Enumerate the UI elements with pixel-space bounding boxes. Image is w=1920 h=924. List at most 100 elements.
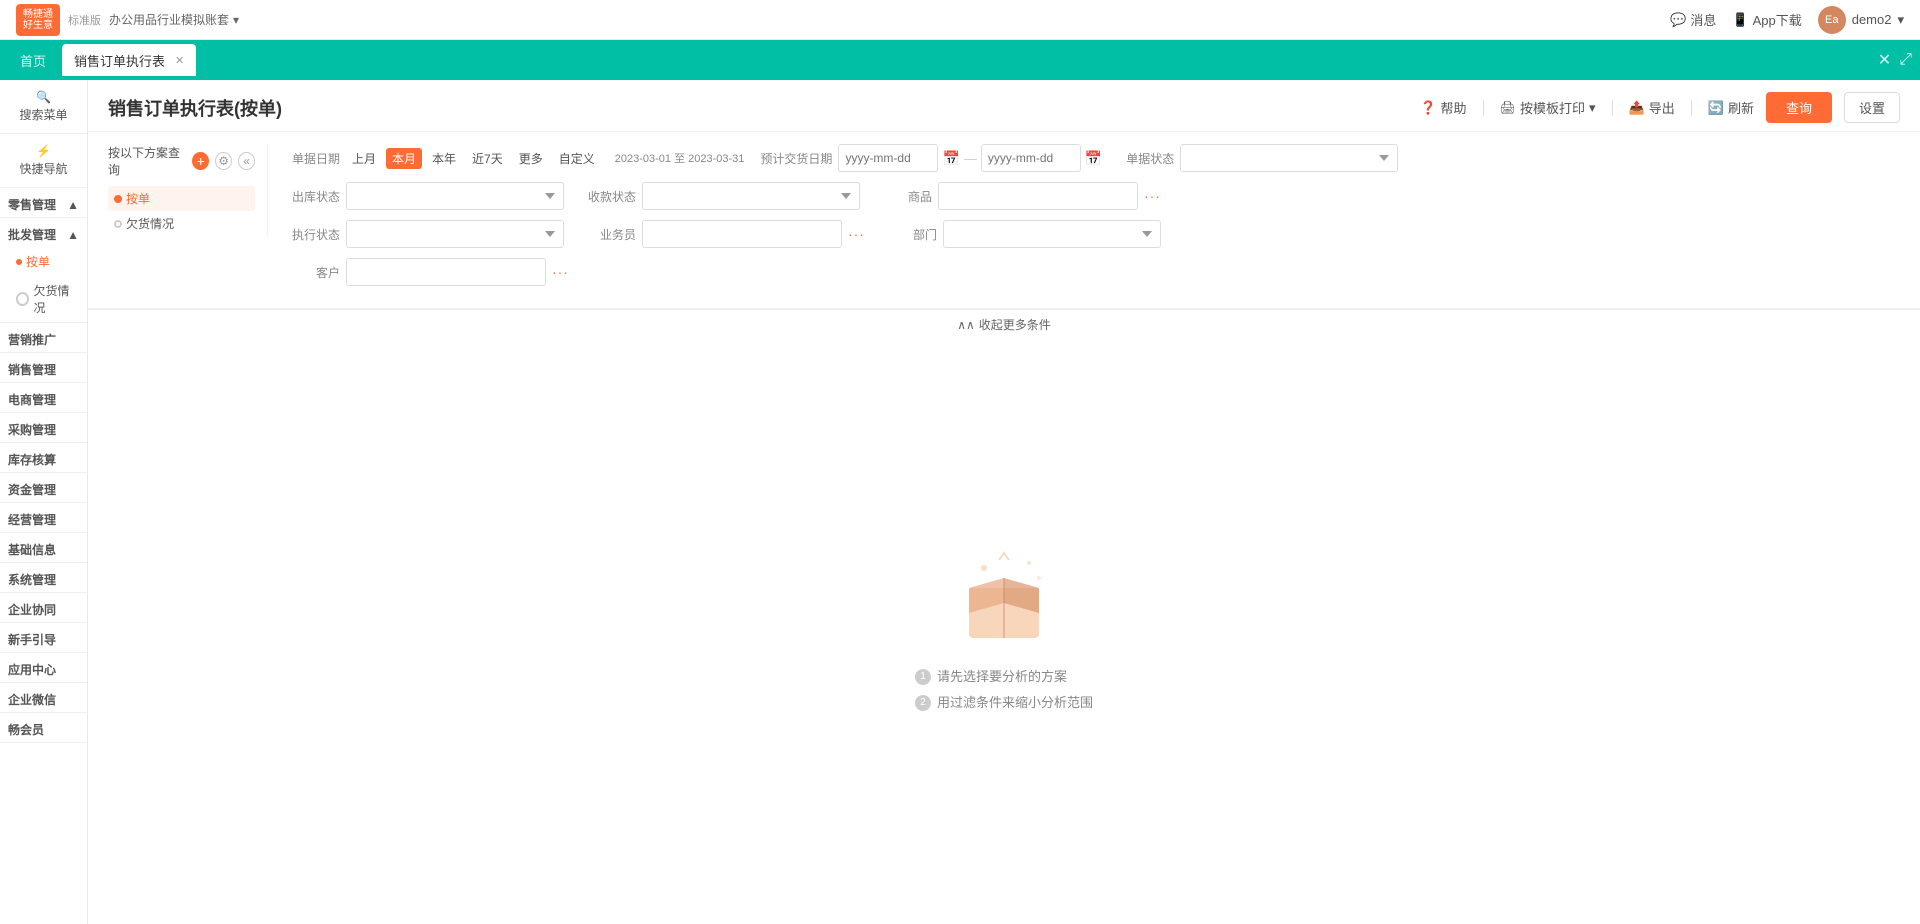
debt-label: 欠货情况 <box>33 282 79 316</box>
collapse-scheme-btn[interactable]: « <box>238 152 255 170</box>
sidebar-quick-nav[interactable]: ⚡ 快捷导航 <box>0 134 87 188</box>
sidebar-item-sales[interactable]: 销售管理 <box>0 353 87 382</box>
expected-date-range: 📅 — 📅 <box>838 144 1102 172</box>
help-btn[interactable]: ❓ 帮助 <box>1420 98 1466 117</box>
sidebar-item-purchase[interactable]: 采购管理 <box>0 413 87 442</box>
sidebar-item-basics[interactable]: 基础信息 <box>0 533 87 562</box>
wholesale-label: 批发管理 <box>8 226 56 243</box>
goods-input[interactable] <box>938 182 1138 210</box>
sidebar-group-ecommerce: 电商管理 <box>0 383 87 413</box>
app-download-btn[interactable]: 📱 App下载 <box>1732 10 1801 29</box>
home-tab-label: 首页 <box>20 51 46 70</box>
empty-illustration <box>954 548 1054 648</box>
date-tab-custom[interactable]: 自定义 <box>553 148 601 169</box>
sidebar-item-wholesale[interactable]: 批发管理 ▲ <box>0 218 87 247</box>
date-tab-more[interactable]: 更多 <box>513 148 549 169</box>
scheme-label: 按以下方案查询 <box>108 144 186 178</box>
calendar-from-icon[interactable]: 📅 <box>942 150 959 167</box>
message-btn[interactable]: 💬 消息 <box>1670 10 1716 29</box>
user-chevron-icon: ▾ <box>1897 12 1904 28</box>
sidebar-item-system[interactable]: 系统管理 <box>0 563 87 592</box>
refresh-label: 刷新 <box>1728 98 1754 117</box>
tab-home[interactable]: 首页 <box>8 44 58 76</box>
sidebar-item-operations[interactable]: 经营管理 <box>0 503 87 532</box>
expected-date-from[interactable] <box>838 144 938 172</box>
maximize-icon[interactable]: ⤢ <box>1899 51 1912 69</box>
export-icon: 📤 <box>1629 100 1645 116</box>
top-bar: 畅捷通 好生意 标准版 办公用品行业模拟账套 ▾ 💬 消息 📱 App下载 Ea… <box>0 0 1920 40</box>
sidebar-item-enterprise[interactable]: 企业协同 <box>0 593 87 622</box>
press-order-label: 按单 <box>26 253 50 270</box>
sidebar-item-appstore[interactable]: 应用中心 <box>0 653 87 682</box>
date-tabs: 上月 本月 本年 近7天 更多 自定义 <box>346 148 601 169</box>
ship-status-select[interactable] <box>346 182 564 210</box>
divider-2 <box>1612 100 1613 116</box>
search-btn[interactable]: 查询 <box>1766 92 1832 123</box>
sidebar-item-marketing[interactable]: 营销推广 <box>0 323 87 352</box>
help-icon: ❓ <box>1420 100 1436 116</box>
doc-status-select[interactable] <box>1180 144 1398 172</box>
date-tab-this-year[interactable]: 本年 <box>426 148 462 169</box>
dept-select[interactable] <box>943 220 1161 248</box>
date-tab-last-month[interactable]: 上月 <box>346 148 382 169</box>
scheme-item-press-order[interactable]: 按单 <box>108 186 255 211</box>
filter-row-4: 客户 ··· <box>284 258 1900 286</box>
expected-date-to[interactable] <box>981 144 1081 172</box>
user-area[interactable]: Ea demo2 ▾ <box>1818 6 1904 34</box>
add-scheme-btn[interactable]: + <box>192 152 209 170</box>
logo-sub: 标准版 <box>68 12 101 28</box>
sidebar-item-member[interactable]: 畅会员 <box>0 713 87 742</box>
sidebar-item-ecommerce[interactable]: 电商管理 <box>0 383 87 412</box>
sidebar-search-menu[interactable]: 🔍 搜索菜单 <box>0 80 87 134</box>
date-tab-this-month[interactable]: 本月 <box>386 148 422 169</box>
sidebar-item-finance[interactable]: 资金管理 <box>0 473 87 502</box>
results-area: 1 请先选择要分析的方案 2 用过滤条件来缩小分析范围 <box>88 339 1920 924</box>
tab-sales-order[interactable]: 销售订单执行表 ✕ <box>62 44 196 76</box>
settings-btn[interactable]: 设置 <box>1844 92 1900 123</box>
customer-more-icon[interactable]: ··· <box>552 264 569 280</box>
basics-label: 基础信息 <box>8 541 56 558</box>
settings-scheme-btn[interactable]: ⚙ <box>215 152 232 170</box>
sidebar-group-retail: 零售管理 ▲ <box>0 188 87 218</box>
export-btn[interactable]: 📤 导出 <box>1629 98 1675 117</box>
scheme-item-debt[interactable]: 欠货情况 <box>108 211 255 236</box>
tip-step-1: 1 请先选择要分析的方案 <box>915 664 1093 690</box>
message-label: 消息 <box>1690 10 1716 29</box>
close-icon[interactable]: ✕ <box>175 54 184 67</box>
divider-1 <box>1483 100 1484 116</box>
sidebar-sub-press-order[interactable]: 按单 <box>0 247 87 276</box>
exec-status-select[interactable] <box>346 220 564 248</box>
template-print-btn[interactable]: 🖨 按模板打印 ▾ <box>1500 98 1596 117</box>
refresh-btn[interactable]: 🔄 刷新 <box>1708 98 1754 117</box>
quick-nav-label: 快捷导航 <box>19 160 67 177</box>
app-selector[interactable]: 办公用品行业模拟账套 ▾ <box>109 11 239 28</box>
salesperson-input[interactable] <box>642 220 842 248</box>
sidebar-item-inventory[interactable]: 库存核算 <box>0 443 87 472</box>
exec-status-field: 执行状态 <box>284 220 564 248</box>
marketing-label: 营销推广 <box>8 331 56 348</box>
collect-status-select[interactable] <box>642 182 860 210</box>
close-window-icon[interactable]: ✕ <box>1878 50 1891 70</box>
retail-arrow-icon: ▲ <box>67 198 79 212</box>
goods-more-icon[interactable]: ··· <box>1144 188 1161 204</box>
sidebar-sub-debt[interactable]: 欠货情况 <box>0 276 87 322</box>
collapse-text: 收起更多条件 <box>979 316 1051 333</box>
export-label: 导出 <box>1649 98 1675 117</box>
expected-date-field: 预计交货日期 📅 — 📅 <box>760 144 1102 172</box>
salesperson-label: 业务员 <box>580 226 636 243</box>
collapse-bar[interactable]: ∧∧ 收起更多条件 <box>88 309 1920 339</box>
sidebar-item-wechat[interactable]: 企业微信 <box>0 683 87 712</box>
expected-date-label: 预计交货日期 <box>760 150 832 167</box>
calendar-to-icon[interactable]: 📅 <box>1085 150 1102 167</box>
sidebar-group-basics: 基础信息 <box>0 533 87 563</box>
empty-state: 1 请先选择要分析的方案 2 用过滤条件来缩小分析范围 <box>915 548 1093 716</box>
top-bar-right: 💬 消息 📱 App下载 Ea demo2 ▾ <box>1670 6 1904 34</box>
date-tab-7days[interactable]: 近7天 <box>466 148 509 169</box>
member-label: 畅会员 <box>8 721 44 738</box>
customer-input[interactable] <box>346 258 546 286</box>
sidebar-group-enterprise: 企业协同 <box>0 593 87 623</box>
salesperson-more-icon[interactable]: ··· <box>848 226 865 242</box>
sidebar-item-retail[interactable]: 零售管理 ▲ <box>0 188 87 217</box>
sidebar-item-newbie[interactable]: 新手引导 <box>0 623 87 652</box>
sidebar-group-finance: 资金管理 <box>0 473 87 503</box>
